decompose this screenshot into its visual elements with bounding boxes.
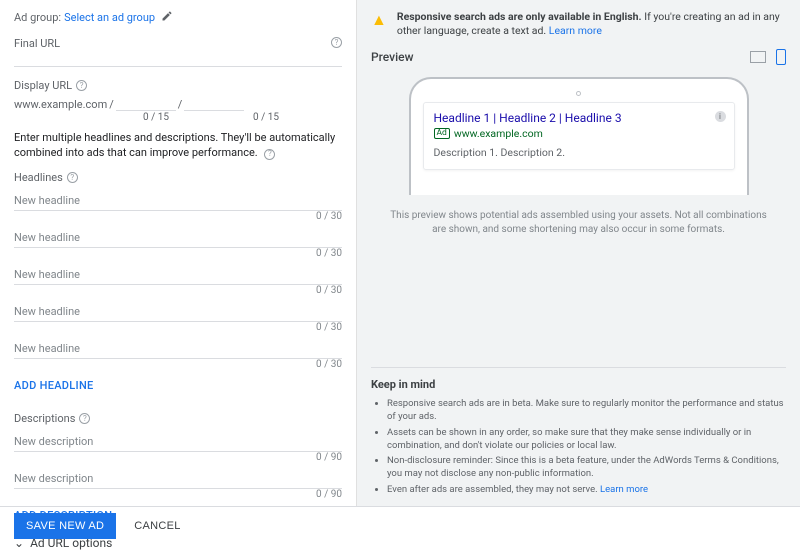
adgroup-select-link[interactable]: Select an ad group: [64, 11, 155, 24]
keep-in-mind-section: Keep in mind Responsive search ads are i…: [371, 367, 786, 498]
keep-item: Non-disclosure reminder: Since this is a…: [387, 454, 786, 481]
headline-input[interactable]: New headline0 / 30: [14, 192, 342, 211]
desktop-icon[interactable]: [750, 51, 766, 63]
ad-description: Description 1. Description 2.: [434, 146, 724, 159]
preview-panel: ▲ Responsive search ads are only availab…: [357, 0, 800, 506]
ad-url: www.example.com: [454, 127, 543, 140]
help-icon[interactable]: ?: [67, 172, 78, 183]
warning-banner: ▲ Responsive search ads are only availab…: [371, 10, 786, 37]
ad-badge: Ad: [434, 128, 450, 139]
ad-headline: Headline 1 | Headline 2 | Headline 3: [434, 111, 724, 125]
path1-input[interactable]: [116, 98, 176, 111]
display-url-row: www.example.com / /: [14, 98, 342, 111]
preview-label: Preview: [371, 50, 414, 64]
add-headline-button[interactable]: ADD HEADLINE: [14, 379, 342, 392]
phone-speaker-icon: [576, 91, 581, 96]
learn-more-link[interactable]: Learn more: [549, 24, 602, 37]
help-icon[interactable]: ?: [331, 37, 342, 48]
phone-frame: i Headline 1 | Headline 2 | Headline 3 A…: [409, 77, 749, 195]
preview-note: This preview shows potential ads assembl…: [371, 209, 786, 236]
display-url-label: Display URL: [14, 79, 72, 92]
cancel-button[interactable]: CANCEL: [134, 520, 180, 532]
save-button[interactable]: SAVE NEW AD: [14, 513, 116, 539]
warning-icon: ▲: [371, 10, 387, 37]
instruction-text: Enter multiple headlines and description…: [14, 131, 342, 161]
final-url-label: Final URL: [14, 37, 60, 50]
keep-item: Responsive search ads are in beta. Make …: [387, 397, 786, 424]
description-input[interactable]: New description0 / 90: [14, 433, 342, 452]
adgroup-label: Ad group:: [14, 11, 61, 24]
path2-input[interactable]: [184, 98, 244, 111]
headline-input[interactable]: New headline0 / 30: [14, 266, 342, 285]
keep-item: Even after ads are assembled, they may n…: [387, 483, 786, 496]
keep-item: Assets can be shown in any order, so mak…: [387, 426, 786, 453]
help-icon[interactable]: ?: [264, 149, 275, 160]
headline-input[interactable]: New headline0 / 30: [14, 303, 342, 322]
mobile-icon[interactable]: [776, 49, 786, 65]
descriptions-label: Descriptions: [14, 412, 75, 425]
path1-counter: 0 / 15: [102, 112, 210, 123]
device-toggle: [750, 49, 786, 65]
ad-preview-card: i Headline 1 | Headline 2 | Headline 3 A…: [423, 102, 735, 170]
help-icon[interactable]: ?: [76, 80, 87, 91]
learn-more-link[interactable]: Learn more: [600, 484, 648, 495]
final-url-input[interactable]: [14, 50, 342, 67]
final-url-field: Final URL ?: [14, 37, 342, 67]
path2-counter: 0 / 15: [212, 112, 320, 123]
pencil-icon[interactable]: [161, 10, 173, 25]
adgroup-row: Ad group: Select an ad group: [14, 10, 342, 25]
display-url-base: www.example.com: [14, 98, 107, 111]
help-icon[interactable]: ?: [79, 413, 90, 424]
editor-panel: Ad group: Select an ad group Final URL ?…: [0, 0, 357, 506]
info-icon[interactable]: i: [715, 111, 726, 122]
keep-in-mind-title: Keep in mind: [371, 378, 786, 391]
headline-input[interactable]: New headline0 / 30: [14, 229, 342, 248]
description-input[interactable]: New description0 / 90: [14, 470, 342, 489]
headline-input[interactable]: New headline0 / 30: [14, 340, 342, 359]
headlines-label: Headlines: [14, 171, 63, 184]
